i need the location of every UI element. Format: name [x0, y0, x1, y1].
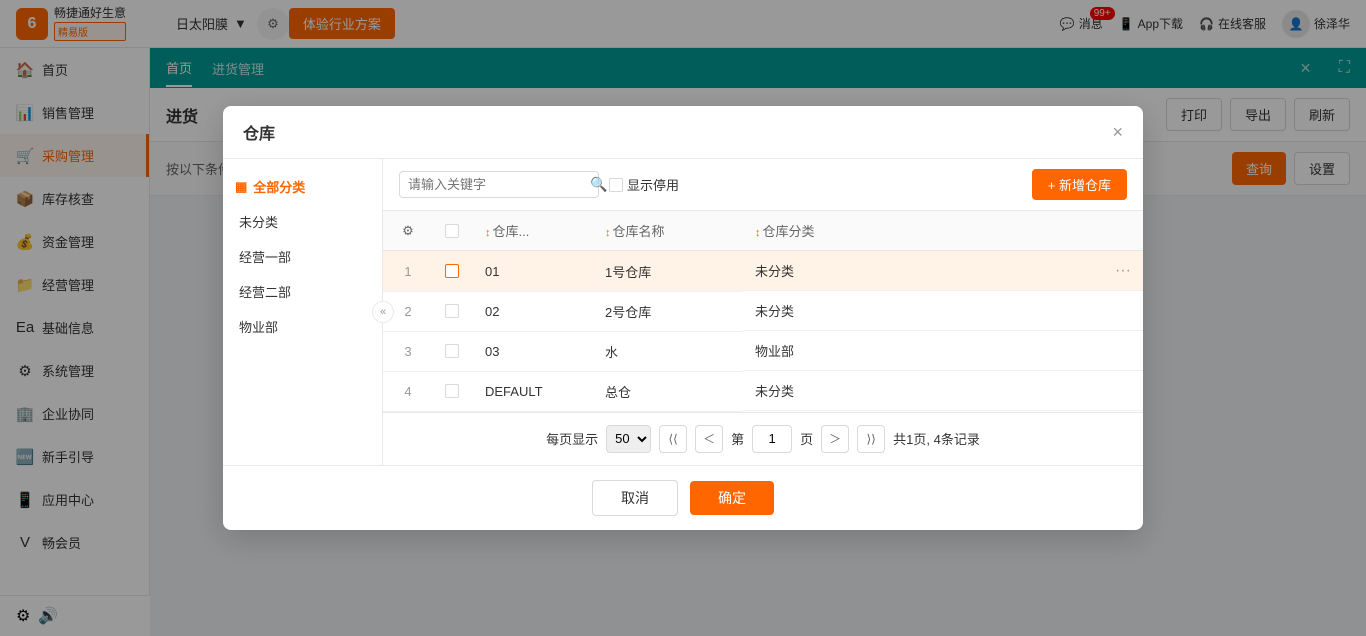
search-icon: 🔍 [590, 176, 607, 193]
select-all-checkbox[interactable] [445, 224, 459, 238]
category-item[interactable]: 经营一部 [223, 239, 382, 274]
search-box: 🔍 [399, 171, 599, 198]
warehouse-code: DEFAULT [473, 371, 593, 411]
page-label: 第 [731, 429, 744, 448]
row-number: 4 [383, 371, 433, 411]
modal-title: 仓库 [243, 120, 275, 144]
col-code[interactable]: ↕仓库... [473, 211, 593, 251]
row-checkbox[interactable] [445, 384, 459, 398]
row-checkbox[interactable] [445, 304, 459, 318]
first-page-button[interactable]: ⟨⟨ [659, 425, 687, 453]
cancel-button[interactable]: 取消 [592, 480, 678, 516]
prev-page-button[interactable]: ＜ [695, 425, 723, 453]
modal-overlay: 仓库 × ▦ 全部分类 未分类经营一部经营二部物业部 « [0, 0, 1366, 636]
search-input[interactable] [408, 177, 584, 192]
show-disabled-toggle[interactable]: 显示停用 [609, 175, 679, 194]
table-row[interactable]: 1 01 1号仓库 未分类 ··· [383, 251, 1143, 292]
row-checkbox[interactable] [445, 264, 459, 278]
row-number: 3 [383, 331, 433, 371]
table-body: 1 01 1号仓库 未分类 ··· 2 02 2号仓库 未分类 3 03 水 物… [383, 251, 1143, 412]
table-row[interactable]: 2 02 2号仓库 未分类 [383, 291, 1143, 331]
col-gear-icon: ⚙ [402, 223, 414, 238]
show-disabled-checkbox[interactable] [609, 178, 623, 192]
warehouse-name: 1号仓库 [593, 251, 743, 292]
show-disabled-label: 显示停用 [627, 175, 679, 194]
col-settings: ⚙ [383, 211, 433, 251]
warehouse-code: 03 [473, 331, 593, 371]
modal-header: 仓库 × [223, 106, 1143, 159]
last-page-button[interactable]: ⟩⟩ [857, 425, 885, 453]
table-row[interactable]: 3 03 水 物业部 [383, 331, 1143, 371]
add-warehouse-button[interactable]: + 新增仓库 [1032, 169, 1127, 200]
modal-close-button[interactable]: × [1112, 123, 1123, 141]
table-row[interactable]: 4 DEFAULT 总仓 未分类 [383, 371, 1143, 411]
row-action-button[interactable]: ··· [1115, 262, 1131, 280]
page-input[interactable] [752, 425, 792, 453]
warehouse-category: 未分类 ··· [743, 251, 1143, 291]
per-page-select[interactable]: 50 [606, 425, 651, 453]
category-list: 未分类经营一部经营二部物业部 [223, 204, 382, 344]
category-item[interactable]: 经营二部 [223, 274, 382, 309]
table-area: 🔍 显示停用 + 新增仓库 ⚙ [383, 159, 1143, 465]
warehouse-code: 02 [473, 291, 593, 331]
warehouse-table: ⚙ ↕仓库... ↕仓库名称 ↕仓库分类 1 [383, 211, 1143, 412]
col-checkbox [433, 211, 473, 251]
table-toolbar: 🔍 显示停用 + 新增仓库 [383, 159, 1143, 211]
per-page-label: 每页显示 [546, 429, 598, 448]
category-all-label: 全部分类 [253, 177, 305, 196]
modal-footer: 取消 确定 [223, 465, 1143, 530]
modal-body: ▦ 全部分类 未分类经营一部经营二部物业部 « 🔍 [223, 159, 1143, 465]
col-name[interactable]: ↕仓库名称 [593, 211, 743, 251]
pagination: 每页显示 50 ⟨⟨ ＜ 第 页 ＞ ⟩⟩ 共1页, 4条记录 [383, 412, 1143, 465]
page-unit: 页 [800, 429, 813, 448]
category-sidebar: ▦ 全部分类 未分类经营一部经营二部物业部 « [223, 159, 383, 465]
row-number: 1 [383, 251, 433, 292]
next-page-button[interactable]: ＞ [821, 425, 849, 453]
table-header-row: ⚙ ↕仓库... ↕仓库名称 ↕仓库分类 [383, 211, 1143, 251]
warehouse-name: 总仓 [593, 371, 743, 411]
collapse-category-button[interactable]: « [372, 301, 394, 323]
warehouse-name: 水 [593, 331, 743, 371]
category-item[interactable]: 物业部 [223, 309, 382, 344]
warehouse-category: 未分类 [743, 371, 1143, 411]
warehouse-category: 物业部 [743, 331, 1143, 371]
page-summary: 共1页, 4条记录 [893, 429, 980, 448]
warehouse-modal: 仓库 × ▦ 全部分类 未分类经营一部经营二部物业部 « [223, 106, 1143, 530]
category-all[interactable]: ▦ 全部分类 [223, 169, 382, 204]
grid-icon: ▦ [235, 179, 247, 195]
warehouse-category: 未分类 [743, 291, 1143, 331]
category-item[interactable]: 未分类 [223, 204, 382, 239]
row-checkbox[interactable] [445, 344, 459, 358]
warehouse-name: 2号仓库 [593, 291, 743, 331]
confirm-button[interactable]: 确定 [690, 481, 774, 515]
warehouse-code: 01 [473, 251, 593, 292]
col-category[interactable]: ↕仓库分类 [743, 211, 1143, 251]
